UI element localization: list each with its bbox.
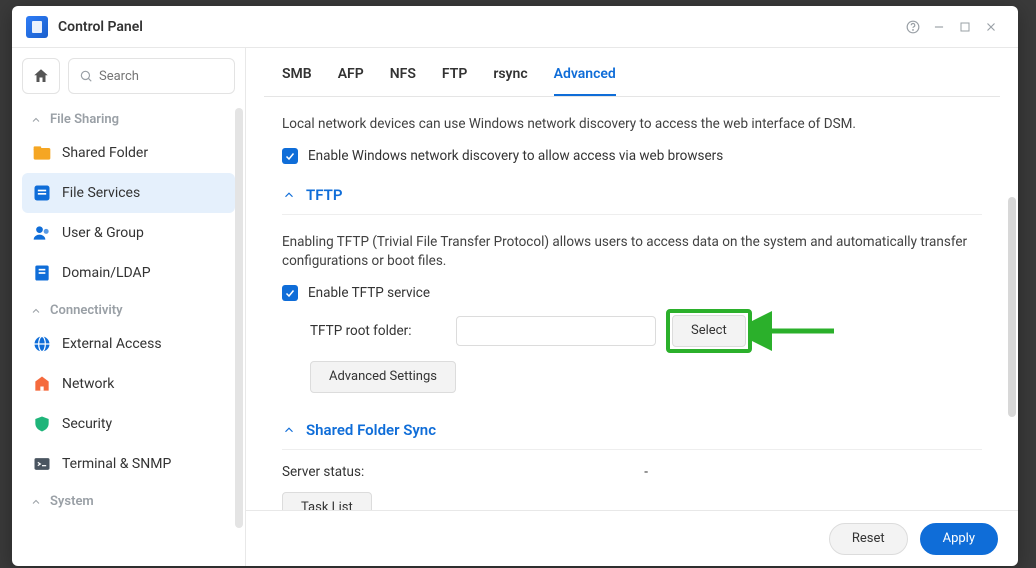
check-icon[interactable] bbox=[282, 285, 298, 301]
chevron-up-icon bbox=[282, 188, 296, 202]
network-icon bbox=[32, 374, 52, 394]
tftp-section-toggle[interactable]: TFTP bbox=[282, 174, 982, 215]
window-title: Control Panel bbox=[58, 19, 143, 35]
chevron-up-icon bbox=[30, 114, 42, 126]
control-panel-window: Control Panel File SharingShared FolderF… bbox=[12, 6, 1018, 566]
chevron-up-icon bbox=[30, 305, 42, 317]
domain-icon bbox=[32, 263, 52, 283]
home-button[interactable] bbox=[22, 58, 60, 94]
search-input[interactable] bbox=[99, 69, 224, 84]
tftp-root-row: TFTP root folder: Select bbox=[310, 315, 982, 347]
folder-icon bbox=[32, 143, 52, 163]
discovery-description: Local network devices can use Windows ne… bbox=[282, 115, 982, 134]
tftp-root-label: TFTP root folder: bbox=[310, 323, 440, 339]
close-icon[interactable] bbox=[978, 14, 1004, 40]
globe-icon bbox=[32, 334, 52, 354]
sync-section-title: Shared Folder Sync bbox=[306, 421, 436, 439]
sidebar-item-external-access[interactable]: External Access bbox=[22, 324, 235, 364]
advanced-settings-button[interactable]: Advanced Settings bbox=[310, 361, 456, 393]
sidebar-item-file-services[interactable]: File Services bbox=[22, 173, 235, 213]
tftp-section-title: TFTP bbox=[306, 186, 342, 204]
sidebar-scrollbar[interactable] bbox=[235, 108, 243, 528]
section-file-sharing[interactable]: File Sharing bbox=[22, 102, 235, 133]
section-connectivity[interactable]: Connectivity bbox=[22, 293, 235, 324]
tab-advanced[interactable]: Advanced bbox=[554, 66, 616, 96]
tftp-enable-label: Enable TFTP service bbox=[308, 285, 430, 301]
task-list-button[interactable]: Task List bbox=[282, 492, 372, 510]
server-status-label: Server status: bbox=[282, 464, 364, 480]
sidebar-item-network[interactable]: Network bbox=[22, 364, 235, 404]
chevron-up-icon bbox=[30, 496, 42, 508]
terminal-icon bbox=[32, 454, 52, 474]
sidebar-item-label: Security bbox=[62, 416, 112, 432]
tftp-description: Enabling TFTP (Trivial File Transfer Pro… bbox=[282, 233, 982, 271]
tab-smb[interactable]: SMB bbox=[282, 66, 312, 96]
sidebar-item-label: File Services bbox=[62, 185, 140, 201]
tftp-enable-row[interactable]: Enable TFTP service bbox=[282, 285, 982, 301]
select-button[interactable]: Select bbox=[672, 315, 746, 347]
tabs: SMB AFP NFS FTP rsync Advanced bbox=[264, 48, 1000, 97]
titlebar: Control Panel bbox=[12, 6, 1018, 48]
discovery-checkbox-row[interactable]: Enable Windows network discovery to allo… bbox=[282, 148, 982, 164]
content-scrollbar[interactable] bbox=[1008, 197, 1016, 417]
shield-icon bbox=[32, 414, 52, 434]
sidebar-item-security[interactable]: Security bbox=[22, 404, 235, 444]
app-icon bbox=[26, 16, 48, 38]
tab-afp[interactable]: AFP bbox=[338, 66, 364, 96]
users-icon bbox=[32, 223, 52, 243]
maximize-icon[interactable] bbox=[952, 14, 978, 40]
reset-button[interactable]: Reset bbox=[829, 523, 908, 555]
sidebar-item-label: Domain/LDAP bbox=[62, 265, 151, 281]
main-panel: SMB AFP NFS FTP rsync Advanced Local network … bbox=[246, 48, 1018, 566]
sidebar-item-user-group[interactable]: User & Group bbox=[22, 213, 235, 253]
tftp-root-input[interactable] bbox=[456, 316, 656, 346]
apply-button[interactable]: Apply bbox=[920, 523, 998, 555]
minimize-icon[interactable] bbox=[926, 14, 952, 40]
tab-nfs[interactable]: NFS bbox=[390, 66, 416, 96]
sidebar-item-terminal-snmp[interactable]: Terminal & SNMP bbox=[22, 444, 235, 484]
content-area: Local network devices can use Windows ne… bbox=[246, 97, 1018, 510]
sidebar-item-label: Network bbox=[62, 376, 114, 392]
sidebar-item-domain-ldap[interactable]: Domain/LDAP bbox=[22, 253, 235, 293]
chevron-up-icon bbox=[282, 423, 296, 437]
search-input-wrap[interactable] bbox=[68, 58, 235, 94]
sidebar-item-shared-folder[interactable]: Shared Folder bbox=[22, 133, 235, 173]
sidebar-item-label: Terminal & SNMP bbox=[62, 456, 171, 472]
sidebar: File Sharing Shared Folder File Services Us… bbox=[12, 48, 246, 566]
discovery-checkbox-label: Enable Windows network discovery to allo… bbox=[308, 148, 723, 164]
tab-ftp[interactable]: FTP bbox=[442, 66, 467, 96]
footer: Reset Apply bbox=[246, 510, 1018, 566]
server-status-value: - bbox=[644, 464, 648, 480]
check-icon[interactable] bbox=[282, 148, 298, 164]
search-icon bbox=[79, 69, 93, 83]
tab-rsync[interactable]: rsync bbox=[493, 66, 527, 96]
sidebar-item-label: Shared Folder bbox=[62, 145, 148, 161]
section-system[interactable]: System bbox=[22, 484, 235, 515]
file-icon bbox=[32, 183, 52, 203]
sync-section-toggle[interactable]: Shared Folder Sync bbox=[282, 409, 982, 450]
sidebar-item-label: External Access bbox=[62, 336, 162, 352]
sidebar-item-label: User & Group bbox=[62, 225, 144, 241]
help-icon[interactable] bbox=[900, 14, 926, 40]
